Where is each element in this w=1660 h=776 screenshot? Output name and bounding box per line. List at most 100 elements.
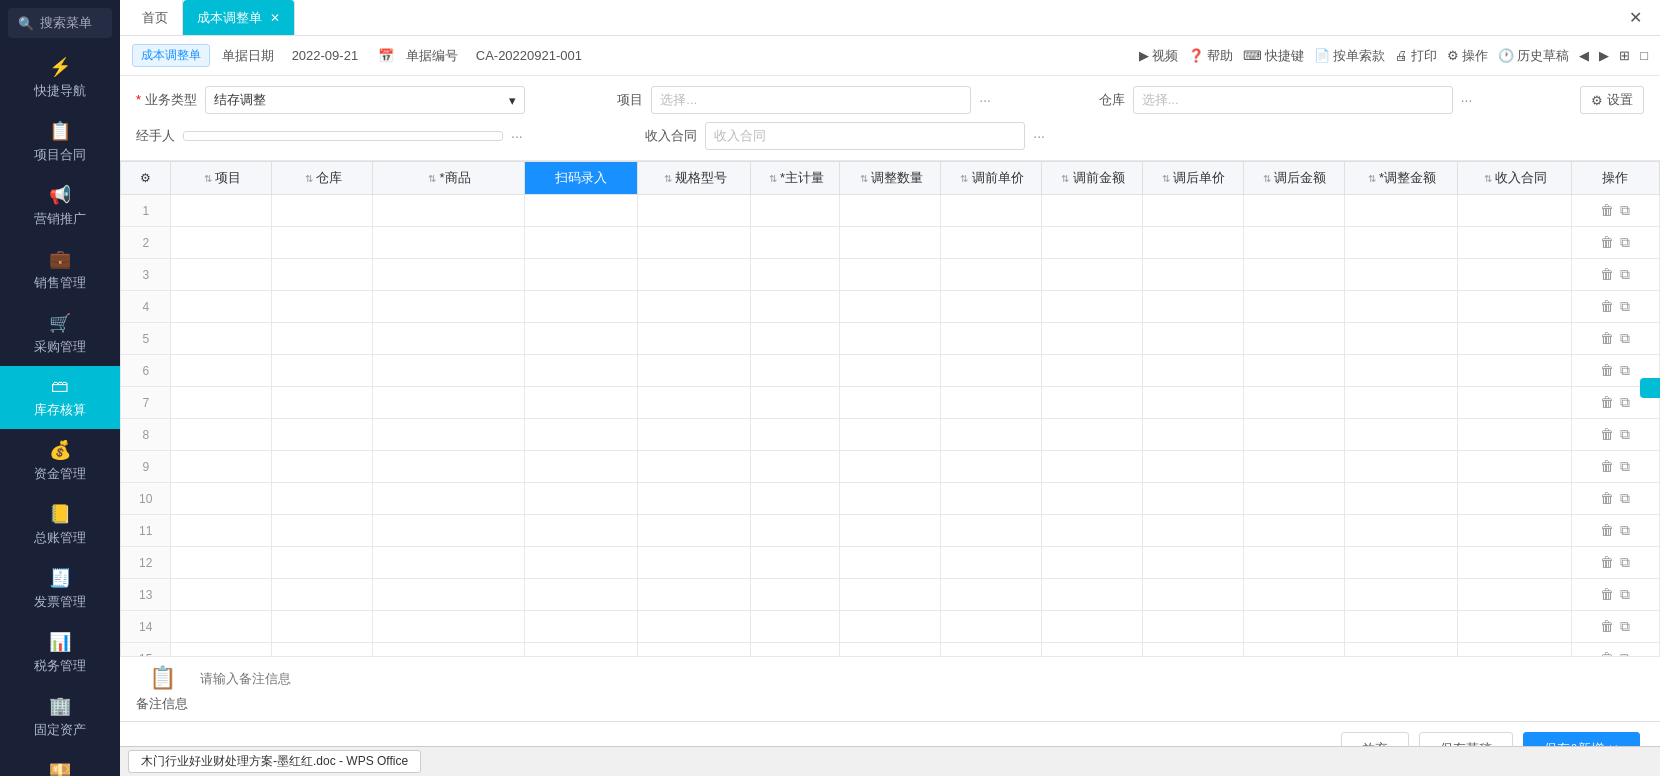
row-product-cell[interactable]	[373, 483, 524, 515]
row-scan-cell[interactable]	[524, 355, 637, 387]
row-qty-cell[interactable]	[840, 515, 941, 547]
row-after-amount-cell[interactable]	[1243, 227, 1344, 259]
row-income-contract-cell[interactable]	[1458, 323, 1571, 355]
row-warehouse-cell[interactable]	[272, 387, 373, 419]
row-copy-icon[interactable]: ⧉	[1620, 266, 1630, 283]
row-product-cell[interactable]	[373, 291, 524, 323]
row-adjust-amount-cell[interactable]	[1344, 227, 1457, 259]
row-unit-cell[interactable]	[751, 323, 840, 355]
row-qty-cell[interactable]	[840, 195, 941, 227]
row-qty-cell[interactable]	[840, 579, 941, 611]
row-warehouse-cell[interactable]	[272, 451, 373, 483]
table-row[interactable]: 11 🗑 ⧉	[121, 515, 1660, 547]
row-project-cell[interactable]	[171, 643, 272, 657]
row-spec-cell[interactable]	[637, 291, 750, 323]
row-income-contract-cell[interactable]	[1458, 195, 1571, 227]
table-row[interactable]: 2 🗑 ⧉	[121, 227, 1660, 259]
row-before-price-cell[interactable]	[941, 515, 1042, 547]
table-row[interactable]: 7 🗑 ⧉	[121, 387, 1660, 419]
row-unit-cell[interactable]	[751, 611, 840, 643]
row-copy-icon[interactable]: ⧉	[1620, 330, 1630, 347]
row-copy-icon[interactable]: ⧉	[1620, 362, 1630, 379]
row-unit-cell[interactable]	[751, 387, 840, 419]
row-warehouse-cell[interactable]	[272, 227, 373, 259]
row-income-contract-cell[interactable]	[1458, 355, 1571, 387]
project-select[interactable]: 选择...	[651, 86, 971, 114]
settings-button[interactable]: ⚙ 设置	[1580, 86, 1644, 114]
row-unit-cell[interactable]	[751, 355, 840, 387]
row-scan-cell[interactable]	[524, 291, 637, 323]
row-qty-cell[interactable]	[840, 355, 941, 387]
col-header-unit[interactable]: ⇅ *主计量	[751, 162, 840, 195]
doc-action-print[interactable]: 🖨 打印	[1395, 47, 1437, 65]
row-product-cell[interactable]	[373, 419, 524, 451]
row-before-price-cell[interactable]	[941, 259, 1042, 291]
row-after-amount-cell[interactable]	[1243, 419, 1344, 451]
handler-more-btn[interactable]: ···	[511, 128, 523, 144]
handler-select[interactable]	[183, 131, 503, 141]
row-before-amount-cell[interactable]	[1042, 387, 1143, 419]
row-after-amount-cell[interactable]	[1243, 323, 1344, 355]
row-delete-icon[interactable]: 🗑	[1600, 458, 1614, 475]
row-delete-icon[interactable]: 🗑	[1600, 202, 1614, 219]
row-unit-cell[interactable]	[751, 643, 840, 657]
row-after-price-cell[interactable]	[1142, 579, 1243, 611]
row-project-cell[interactable]	[171, 515, 272, 547]
row-after-price-cell[interactable]	[1142, 643, 1243, 657]
row-product-cell[interactable]	[373, 195, 524, 227]
doc-action-grid[interactable]: ⊞	[1619, 48, 1630, 63]
row-before-price-cell[interactable]	[941, 643, 1042, 657]
row-product-cell[interactable]	[373, 259, 524, 291]
row-adjust-amount-cell[interactable]	[1344, 195, 1457, 227]
row-warehouse-cell[interactable]	[272, 323, 373, 355]
doc-action-next[interactable]: ▶	[1599, 48, 1609, 63]
row-spec-cell[interactable]	[637, 259, 750, 291]
row-copy-icon[interactable]: ⧉	[1620, 426, 1630, 443]
row-income-contract-cell[interactable]	[1458, 579, 1571, 611]
row-before-amount-cell[interactable]	[1042, 323, 1143, 355]
row-adjust-amount-cell[interactable]	[1344, 643, 1457, 657]
row-unit-cell[interactable]	[751, 419, 840, 451]
row-copy-icon[interactable]: ⧉	[1620, 522, 1630, 539]
business-type-select[interactable]: 结存调整 ▾	[205, 86, 525, 114]
row-product-cell[interactable]	[373, 451, 524, 483]
col-header-income-contract[interactable]: ⇅ 收入合同	[1458, 162, 1571, 195]
row-product-cell[interactable]	[373, 323, 524, 355]
row-qty-cell[interactable]	[840, 227, 941, 259]
row-delete-icon[interactable]: 🗑	[1600, 362, 1614, 379]
row-qty-cell[interactable]	[840, 643, 941, 657]
row-scan-cell[interactable]	[524, 547, 637, 579]
row-income-contract-cell[interactable]	[1458, 515, 1571, 547]
row-scan-cell[interactable]	[524, 259, 637, 291]
side-expand-tab[interactable]: 展开	[1640, 378, 1660, 398]
row-qty-cell[interactable]	[840, 547, 941, 579]
col-header-qty[interactable]: ⇅ 调整数量	[840, 162, 941, 195]
row-spec-cell[interactable]	[637, 579, 750, 611]
row-delete-icon[interactable]: 🗑	[1600, 234, 1614, 251]
col-header-warehouse[interactable]: ⇅ 仓库	[272, 162, 373, 195]
row-warehouse-cell[interactable]	[272, 355, 373, 387]
tab-cost-adjust[interactable]: 成本调整单 ✕	[183, 0, 295, 35]
row-before-amount-cell[interactable]	[1042, 227, 1143, 259]
row-warehouse-cell[interactable]	[272, 259, 373, 291]
row-spec-cell[interactable]	[637, 195, 750, 227]
sidebar-item-inventory[interactable]: 🗃 库存核算	[0, 366, 120, 429]
row-after-price-cell[interactable]	[1142, 451, 1243, 483]
row-after-amount-cell[interactable]	[1243, 291, 1344, 323]
row-warehouse-cell[interactable]	[272, 195, 373, 227]
col-header-after-price[interactable]: ⇅ 调后单价	[1142, 162, 1243, 195]
row-spec-cell[interactable]	[637, 355, 750, 387]
row-adjust-amount-cell[interactable]	[1344, 451, 1457, 483]
col-header-after-amount[interactable]: ⇅ 调后金额	[1243, 162, 1344, 195]
row-unit-cell[interactable]	[751, 451, 840, 483]
row-before-amount-cell[interactable]	[1042, 291, 1143, 323]
row-copy-icon[interactable]: ⧉	[1620, 554, 1630, 571]
col-header-before-amount[interactable]: ⇅ 调前金额	[1042, 162, 1143, 195]
row-unit-cell[interactable]	[751, 579, 840, 611]
row-project-cell[interactable]	[171, 195, 272, 227]
row-after-amount-cell[interactable]	[1243, 483, 1344, 515]
row-scan-cell[interactable]	[524, 515, 637, 547]
row-warehouse-cell[interactable]	[272, 611, 373, 643]
row-scan-cell[interactable]	[524, 387, 637, 419]
table-row[interactable]: 14 🗑 ⧉	[121, 611, 1660, 643]
